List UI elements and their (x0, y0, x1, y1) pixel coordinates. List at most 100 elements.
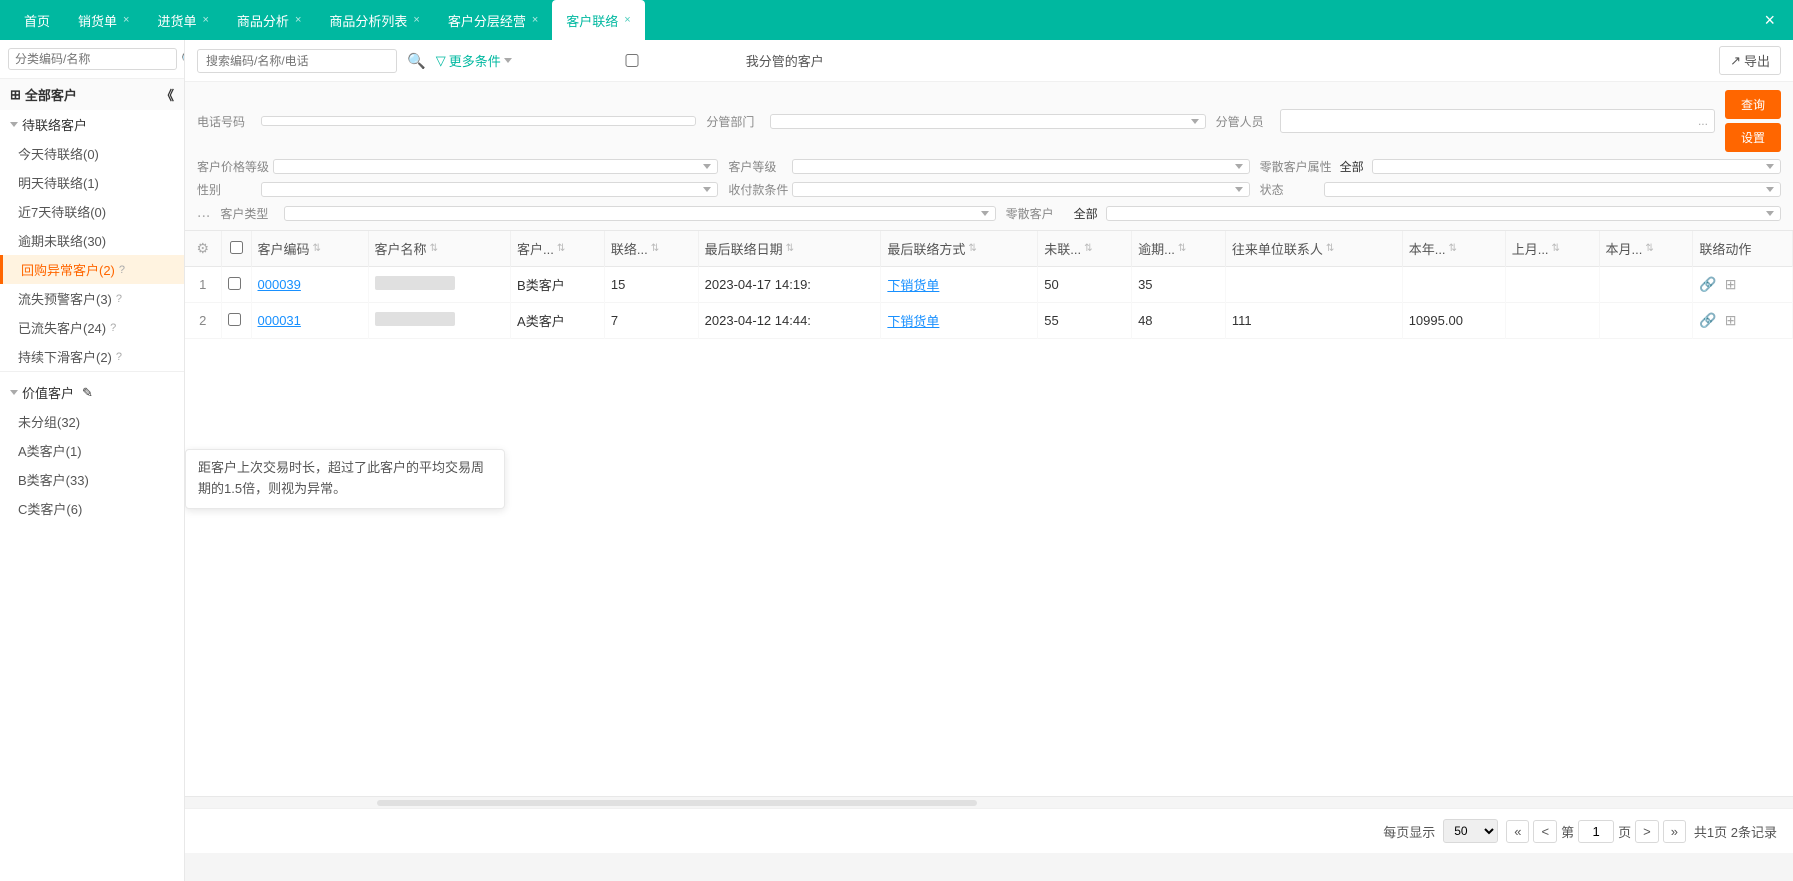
page-size-select[interactable]: 50 100 200 (1443, 819, 1498, 843)
sidebar-value-customers-header[interactable]: 价值客户 ✎ (0, 378, 184, 407)
sidebar-item-class-b[interactable]: B类客户(33) (0, 465, 184, 494)
row-select-checkbox[interactable] (228, 277, 241, 290)
action-grid-icon[interactable]: ⊞ (1725, 312, 1737, 329)
department-select[interactable] (770, 114, 1205, 129)
row-checkbox[interactable] (221, 303, 251, 339)
nav-close-customer-contact[interactable]: × (624, 14, 630, 26)
prev-page-button[interactable]: < (1533, 820, 1557, 843)
price-level-select[interactable] (273, 159, 718, 174)
settings-button[interactable]: 设置 (1725, 123, 1781, 152)
sidebar-item-tomorrow-pending[interactable]: 明天待联络(1) (0, 168, 184, 197)
sidebar-item-7days-pending[interactable]: 近7天待联络(0) (0, 197, 184, 226)
th-level[interactable]: 客户... ⇅ (511, 231, 605, 267)
nav-product-analysis-list[interactable]: 商品分析列表 × (315, 0, 433, 40)
select-all-checkbox[interactable] (230, 241, 243, 254)
sidebar-collapse-icon[interactable]: 《 (161, 85, 174, 104)
more-conditions-button[interactable]: ▽ 更多条件 (436, 51, 512, 70)
row-select-checkbox[interactable] (228, 313, 241, 326)
search-input[interactable] (197, 49, 397, 73)
retail-attr-select[interactable] (1372, 159, 1781, 174)
window-close-button[interactable]: × (1756, 10, 1783, 31)
status-arrow (1766, 187, 1774, 192)
nav-close-product-list[interactable]: × (413, 14, 419, 26)
th-last-contact-method[interactable]: 最后联络方式 ⇅ (881, 231, 1038, 267)
first-page-button[interactable]: « (1506, 820, 1529, 843)
th-this-year[interactable]: 本年... ⇅ (1402, 231, 1505, 267)
th-checkbox[interactable] (221, 231, 251, 267)
customer-level-field: 客户等级 (728, 158, 1249, 175)
row-code[interactable]: 000039 (251, 267, 368, 303)
manager-select[interactable]: ... (1280, 109, 1715, 133)
nav-product-analysis[interactable]: 商品分析 × (223, 0, 315, 40)
last-page-button[interactable]: » (1663, 820, 1686, 843)
th-this-month[interactable]: 本月... ⇅ (1599, 231, 1693, 267)
sidebar-item-overdue-pending[interactable]: 逾期未联络(30) (0, 226, 184, 255)
action-grid-icon[interactable]: ⊞ (1725, 276, 1737, 293)
customer-type-select[interactable] (284, 206, 995, 221)
th-settings[interactable]: ⚙ (185, 231, 221, 267)
retail-customer-select[interactable] (1106, 206, 1781, 221)
gender-select[interactable] (261, 182, 718, 197)
filter-actions: 查询 设置 (1725, 90, 1781, 152)
last-date-sort-icon: ⇅ (786, 243, 794, 254)
nav-close-customer-tiered[interactable]: × (532, 14, 538, 26)
filter-row-1: 电话号码 分管部门 分管人员 ... 查询 设置 (197, 90, 1781, 152)
status-select[interactable] (1324, 182, 1781, 197)
nav-purchase-order[interactable]: 进货单 × (143, 0, 222, 40)
action-link-icon[interactable]: 🔗 (1699, 276, 1716, 293)
table-row: 2 000031 A类客户 7 2023-04-12 14:44: 下销货单 5… (185, 303, 1793, 339)
sidebar-item-class-c[interactable]: C类客户(6) (0, 494, 184, 523)
row-action: 🔗 ⊞ (1693, 267, 1793, 303)
action-link-icon[interactable]: 🔗 (1699, 312, 1716, 329)
value-edit-icon[interactable]: ✎ (82, 385, 93, 401)
th-last-contact-date[interactable]: 最后联络日期 ⇅ (698, 231, 881, 267)
sidebar-item-already-lost[interactable]: 已流失客户(24) ? (0, 313, 184, 342)
data-table-container[interactable]: ⚙ 客户编码 ⇅ (185, 231, 1793, 796)
next-page-button[interactable]: > (1635, 820, 1659, 843)
row-name (368, 303, 510, 339)
sidebar-item-class-a[interactable]: A类客户(1) (0, 436, 184, 465)
th-last-month[interactable]: 上月... ⇅ (1505, 231, 1599, 267)
sidebar-item-lost-pending[interactable]: 流失预警客户(3) ? (0, 284, 184, 313)
sidebar-item-repurchase-abnormal[interactable]: 回购异常客户(2) ? (0, 255, 184, 284)
nav-close-purchase[interactable]: × (202, 14, 208, 26)
nav-close-product-analysis[interactable]: × (295, 14, 301, 26)
nav-customer-contact[interactable]: 客户联络 × (552, 0, 644, 40)
scroll-track[interactable] (377, 800, 977, 806)
th-code[interactable]: 客户编码 ⇅ (251, 231, 368, 267)
th-name[interactable]: 客户名称 ⇅ (368, 231, 510, 267)
sidebar-item-ungrouped[interactable]: 未分组(32) (0, 407, 184, 436)
th-contact-person[interactable]: 往来单位联系人 ⇅ (1225, 231, 1402, 267)
sidebar-item-declining[interactable]: 持续下滑客户(2) ? (0, 342, 184, 371)
row-last-contact-method[interactable]: 下销货单 (881, 303, 1038, 339)
horizontal-scrollbar[interactable] (185, 796, 1793, 808)
row-code[interactable]: 000031 (251, 303, 368, 339)
payment-select[interactable] (792, 182, 1249, 197)
phone-input[interactable] (261, 116, 696, 126)
sidebar-search-input[interactable] (8, 48, 177, 70)
nav-home[interactable]: 首页 (10, 0, 64, 40)
sidebar-pending-contact[interactable]: 待联络客户 (0, 110, 184, 139)
gender-field: 性别 (197, 181, 718, 198)
page-number-input[interactable] (1578, 820, 1614, 843)
nav-sales-order[interactable]: 销货单 × (64, 0, 143, 40)
th-overdue[interactable]: 逾期... ⇅ (1132, 231, 1226, 267)
query-button[interactable]: 查询 (1725, 90, 1781, 119)
row-last-contact-method[interactable]: 下销货单 (881, 267, 1038, 303)
my-customers-checkbox[interactable] (522, 54, 742, 67)
settings-gear-icon[interactable]: ⚙ (196, 240, 209, 256)
row-checkbox[interactable] (221, 267, 251, 303)
sidebar-all-customers[interactable]: ⊞ 全部客户 《 (0, 79, 184, 110)
th-not-contacted[interactable]: 未联... ⇅ (1038, 231, 1132, 267)
sidebar-item-today-pending[interactable]: 今天待联络(0) (0, 139, 184, 168)
pagination-bar: 每页显示 50 100 200 « < 第 页 > » 共1页 2条记录 (185, 808, 1793, 853)
export-button[interactable]: ↗ 导出 (1719, 46, 1781, 75)
th-contact-count[interactable]: 联络... ⇅ (604, 231, 698, 267)
sidebar-search-area: 🔍 (0, 40, 184, 79)
code-sort-icon: ⇅ (313, 243, 321, 254)
search-button-icon[interactable]: 🔍 (407, 52, 426, 70)
nav-customer-tiered[interactable]: 客户分层经营 × (434, 0, 552, 40)
customer-level-select[interactable] (792, 159, 1249, 174)
row4-ellipsis[interactable]: ... (197, 204, 210, 222)
nav-close-sales[interactable]: × (123, 14, 129, 26)
